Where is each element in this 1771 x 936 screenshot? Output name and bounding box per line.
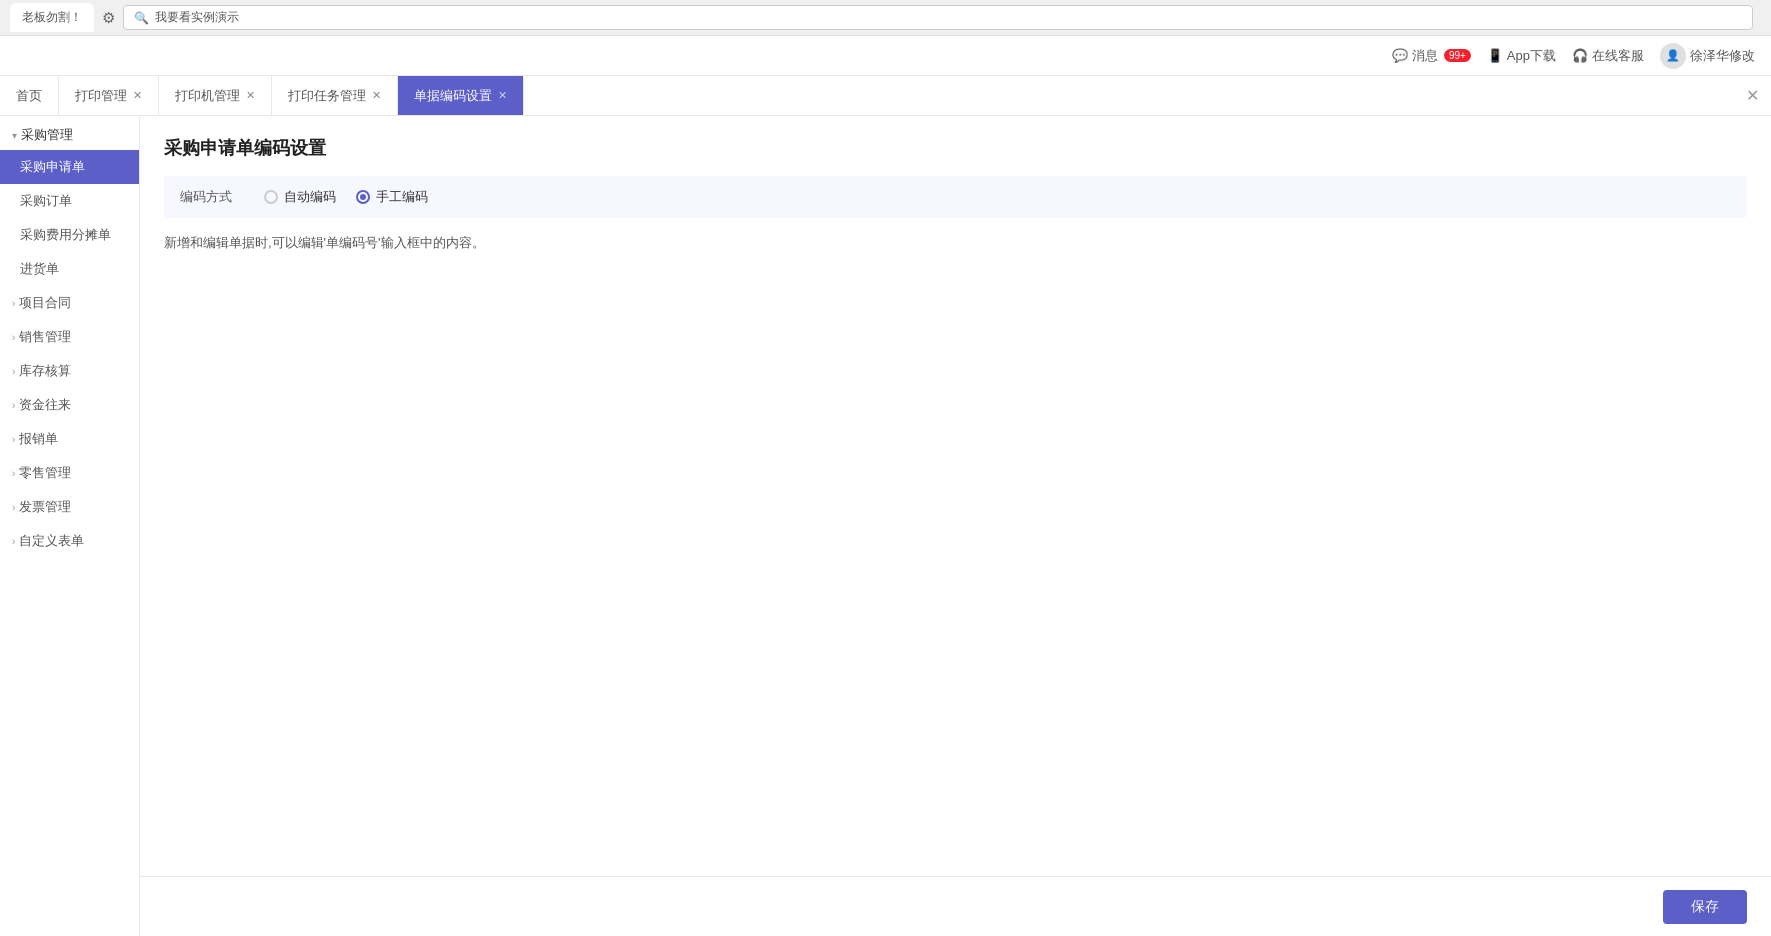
tab-print-manage-close[interactable]: ✕ (133, 89, 142, 102)
encoding-label: 编码方式 (180, 188, 240, 206)
tabs-close-all[interactable]: ✕ (1734, 76, 1771, 115)
chevron-right-icon-8: › (12, 536, 15, 547)
user-btn[interactable]: 👤 徐泽华修改 (1660, 43, 1755, 69)
bottom-bar: 保存 (140, 876, 1771, 936)
tab-printer-manage[interactable]: 打印机管理 ✕ (159, 76, 272, 115)
encoding-section: 编码方式 自动编码 手工编码 (140, 176, 1771, 218)
sidebar-item-sales-manage-label: 销售管理 (19, 328, 71, 346)
address-text: 我要看实例演示 (155, 9, 239, 26)
online-service-label: 在线客服 (1592, 47, 1644, 65)
chevron-right-icon-7: › (12, 502, 15, 513)
tab-home[interactable]: 首页 (0, 76, 59, 115)
sidebar-group-purchase-label: 采购管理 (21, 126, 73, 144)
address-bar[interactable]: 🔍 我要看实例演示 (123, 5, 1753, 30)
sidebar-item-custom-form[interactable]: › 自定义表单 (0, 524, 139, 558)
tab-barcode-setting-label: 单据编码设置 (414, 87, 492, 105)
sidebar-item-sales-manage[interactable]: › 销售管理 (0, 320, 139, 354)
sidebar-item-project-contract[interactable]: › 项目合同 (0, 286, 139, 320)
radio-group-encoding: 自动编码 手工编码 (264, 188, 428, 206)
sidebar-item-inventory[interactable]: › 库存核算 (0, 354, 139, 388)
browser-bar: 老板勿割！ ⚙ 🔍 我要看实例演示 (0, 0, 1771, 36)
browser-tab-title: 老板勿割！ (22, 9, 82, 26)
radio-manual-code[interactable]: 手工编码 (356, 188, 428, 206)
chevron-right-icon-3: › (12, 366, 15, 377)
message-btn[interactable]: 💬 消息 99+ (1392, 47, 1471, 65)
chevron-right-icon-2: › (12, 332, 15, 343)
sidebar-item-stock-in-label: 进货单 (20, 261, 59, 276)
sidebar-item-purchase-order[interactable]: 采购订单 (0, 184, 139, 218)
user-name: 徐泽华修改 (1690, 47, 1755, 65)
sidebar-item-invoice-label: 发票管理 (19, 498, 71, 516)
radio-manual-code-label: 手工编码 (376, 188, 428, 206)
header-right: 💬 消息 99+ 📱 App下载 🎧 在线客服 👤 徐泽华修改 (1392, 43, 1755, 69)
sidebar-item-invoice[interactable]: › 发票管理 (0, 490, 139, 524)
tab-print-task-label: 打印任务管理 (288, 87, 366, 105)
sidebar-group-purchase: ▾ 采购管理 采购申请单 采购订单 采购费用分摊单 进货单 (0, 116, 139, 286)
radio-manual-code-circle (356, 190, 370, 204)
radio-auto-code-circle (264, 190, 278, 204)
tab-print-task[interactable]: 打印任务管理 ✕ (272, 76, 398, 115)
sidebar-item-purchase-expense-label: 采购费用分摊单 (20, 227, 111, 242)
message-label: 消息 (1412, 47, 1438, 65)
tab-printer-manage-label: 打印机管理 (175, 87, 240, 105)
tab-printer-manage-close[interactable]: ✕ (246, 89, 255, 102)
main-layout: ▾ 采购管理 采购申请单 采购订单 采购费用分摊单 进货单 › 项目合同 › 销… (0, 116, 1771, 936)
sidebar-group-purchase-title[interactable]: ▾ 采购管理 (0, 116, 139, 150)
hint-text: 新增和编辑单据时,可以编辑'单编码号'输入框中的内容。 (140, 218, 1771, 268)
radio-auto-code[interactable]: 自动编码 (264, 188, 336, 206)
browser-tab[interactable]: 老板勿割！ (10, 3, 94, 32)
app-header: 💬 消息 99+ 📱 App下载 🎧 在线客服 👤 徐泽华修改 (0, 36, 1771, 76)
sidebar: ▾ 采购管理 采购申请单 采购订单 采购费用分摊单 进货单 › 项目合同 › 销… (0, 116, 140, 936)
sidebar-item-retail[interactable]: › 零售管理 (0, 456, 139, 490)
chevron-right-icon-4: › (12, 400, 15, 411)
tab-print-task-close[interactable]: ✕ (372, 89, 381, 102)
sidebar-item-purchase-request-label: 采购申请单 (20, 159, 85, 174)
headset-icon: 🎧 (1572, 48, 1588, 63)
avatar: 👤 (1660, 43, 1686, 69)
tabs-bar: 首页 打印管理 ✕ 打印机管理 ✕ 打印任务管理 ✕ 单据编码设置 ✕ ✕ (0, 76, 1771, 116)
online-service-btn[interactable]: 🎧 在线客服 (1572, 47, 1644, 65)
app-download-icon: 📱 (1487, 48, 1503, 63)
sidebar-item-inventory-label: 库存核算 (19, 362, 71, 380)
encoding-row: 编码方式 自动编码 手工编码 (164, 176, 1747, 218)
tab-home-label: 首页 (16, 87, 42, 105)
chevron-right-icon: › (12, 298, 15, 309)
chevron-right-icon-5: › (12, 434, 15, 445)
sidebar-item-custom-form-label: 自定义表单 (19, 532, 84, 550)
sidebar-item-capital-label: 资金往来 (19, 396, 71, 414)
sidebar-item-returns-label: 报销单 (19, 430, 58, 448)
sidebar-item-stock-in[interactable]: 进货单 (0, 252, 139, 286)
message-icon: 💬 (1392, 48, 1408, 63)
sidebar-item-retail-label: 零售管理 (19, 464, 71, 482)
settings-icon[interactable]: ⚙ (102, 9, 115, 27)
tab-print-manage[interactable]: 打印管理 ✕ (59, 76, 159, 115)
tab-print-manage-label: 打印管理 (75, 87, 127, 105)
radio-auto-code-label: 自动编码 (284, 188, 336, 206)
sidebar-item-project-contract-label: 项目合同 (19, 294, 71, 312)
chevron-down-icon: ▾ (12, 130, 17, 141)
sidebar-item-purchase-expense[interactable]: 采购费用分摊单 (0, 218, 139, 252)
tab-barcode-setting-close[interactable]: ✕ (498, 89, 507, 102)
content-area: 采购申请单编码设置 编码方式 自动编码 手工编码 新增和编辑单据时,可以编辑'单… (140, 116, 1771, 936)
chevron-right-icon-6: › (12, 468, 15, 479)
sidebar-item-purchase-request[interactable]: 采购申请单 (0, 150, 139, 184)
page-title: 采购申请单编码设置 (140, 116, 1771, 176)
app-download-btn[interactable]: 📱 App下载 (1487, 47, 1556, 65)
sidebar-item-purchase-order-label: 采购订单 (20, 193, 72, 208)
message-badge: 99+ (1444, 49, 1471, 62)
sidebar-item-capital[interactable]: › 资金往来 (0, 388, 139, 422)
tab-barcode-setting[interactable]: 单据编码设置 ✕ (398, 76, 524, 115)
app-download-label: App下载 (1507, 47, 1556, 65)
save-button[interactable]: 保存 (1663, 890, 1747, 924)
sidebar-item-returns[interactable]: › 报销单 (0, 422, 139, 456)
